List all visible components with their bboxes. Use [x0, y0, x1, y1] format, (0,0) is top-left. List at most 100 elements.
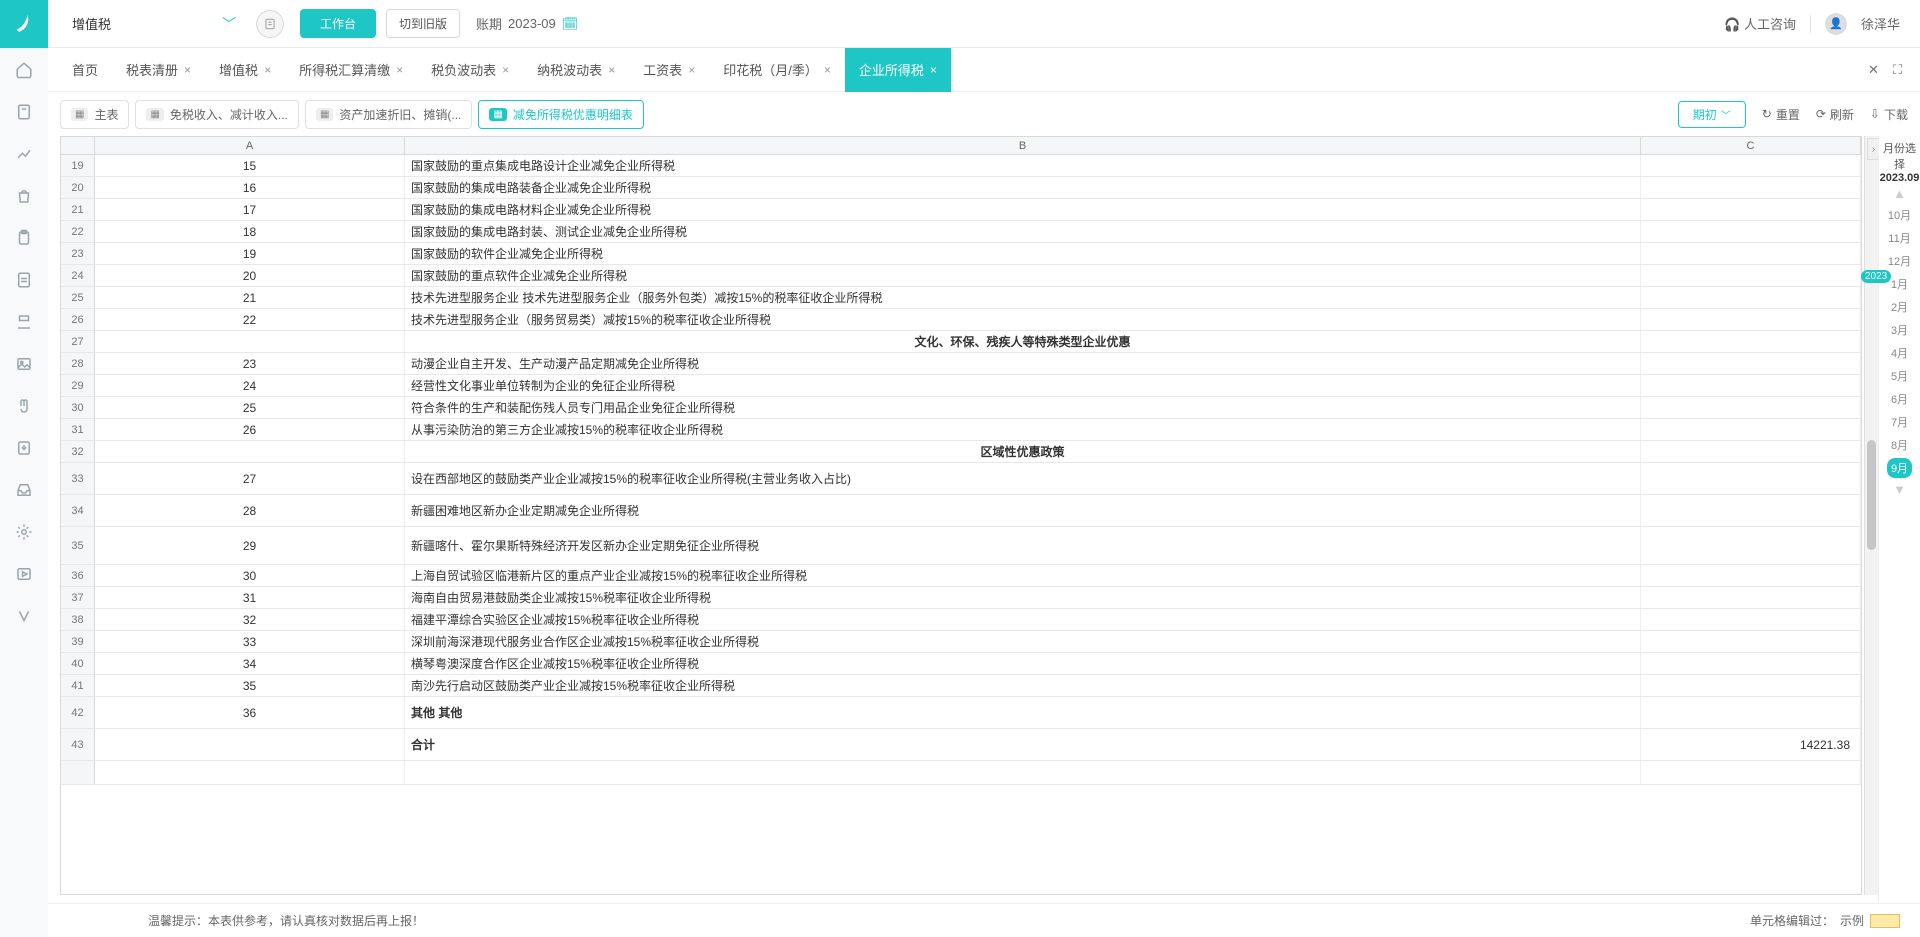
close-icon[interactable]: × — [264, 63, 271, 77]
cell-c[interactable] — [1641, 177, 1861, 198]
cell-b[interactable]: 从事污染防治的第三方企业减按15%的税率征收企业所得税 — [405, 419, 1641, 440]
cell-a[interactable]: 17 — [95, 199, 405, 220]
tab-3[interactable]: 所得税汇算清缴× — [285, 48, 417, 92]
cell-b[interactable]: 福建平潭综合实验区企业减按15%税率征收企业所得税 — [405, 609, 1641, 630]
month-option[interactable]: 6月 — [1887, 389, 1912, 409]
cell-a[interactable]: 16 — [95, 177, 405, 198]
cell-c[interactable] — [1641, 653, 1861, 674]
cell-b[interactable]: 新疆困难地区新办企业定期减免企业所得税 — [405, 495, 1641, 526]
subtab-0[interactable]: ▦主表 — [60, 100, 129, 129]
row-header[interactable]: 27 — [61, 331, 95, 352]
nav-export-icon[interactable] — [12, 436, 36, 460]
cell-c[interactable] — [1641, 243, 1861, 264]
spreadsheet[interactable]: A B C 1915国家鼓励的重点集成电路设计企业减免企业所得税2016国家鼓励… — [60, 136, 1862, 895]
cell-b[interactable]: 新疆喀什、霍尔果斯特殊经济开发区新办企业定期免征企业所得税 — [405, 527, 1641, 564]
tab-4[interactable]: 税负波动表× — [417, 48, 523, 92]
row-header[interactable]: 22 — [61, 221, 95, 242]
cell-a[interactable] — [95, 331, 405, 352]
tab-2[interactable]: 增值税× — [205, 48, 285, 92]
row-header[interactable]: 33 — [61, 463, 95, 494]
close-icon[interactable]: × — [930, 63, 937, 77]
close-icon[interactable]: × — [608, 63, 615, 77]
table-row[interactable]: 2117国家鼓励的集成电路材料企业减免企业所得税 — [61, 199, 1861, 221]
col-header-b[interactable]: B — [405, 137, 1641, 154]
cell-c[interactable] — [1641, 397, 1861, 418]
cell-a[interactable]: 21 — [95, 287, 405, 308]
expand-tabs-icon[interactable]: ⛶ — [1893, 62, 1902, 78]
month-option[interactable]: 10月 — [1884, 205, 1915, 225]
cell-b[interactable]: 上海自贸试验区临港新片区的重点产业企业减按15%的税率征收企业所得税 — [405, 565, 1641, 586]
cell-c[interactable] — [1641, 495, 1861, 526]
grid-body[interactable]: 1915国家鼓励的重点集成电路设计企业减免企业所得税2016国家鼓励的集成电路装… — [61, 155, 1861, 894]
month-option[interactable]: 11月 — [1884, 228, 1914, 248]
cell-a[interactable]: 34 — [95, 653, 405, 674]
close-icon[interactable]: × — [824, 63, 831, 77]
row-header[interactable]: 20 — [61, 177, 95, 198]
cell-b[interactable]: 经营性文化事业单位转制为企业的免征企业所得税 — [405, 375, 1641, 396]
table-row[interactable]: 3529新疆喀什、霍尔果斯特殊经济开发区新办企业定期免征企业所得税 — [61, 527, 1861, 565]
cell-a[interactable] — [95, 729, 405, 760]
cell-b[interactable]: 文化、环保、残疾人等特殊类型企业优惠 — [405, 331, 1641, 352]
cell-b[interactable]: 设在西部地区的鼓励类产业企业减按15%的税率征收企业所得税(主营业务收入占比) — [405, 463, 1641, 494]
table-row[interactable]: 43合计14221.38 — [61, 729, 1861, 761]
tab-7[interactable]: 印花税（月/季）× — [709, 48, 845, 92]
cell-a[interactable]: 28 — [95, 495, 405, 526]
row-header[interactable]: 26 — [61, 309, 95, 330]
cell-a[interactable] — [95, 441, 405, 462]
cell-c[interactable]: 14221.38 — [1641, 729, 1861, 760]
user-avatar-icon[interactable]: 👤 — [1825, 13, 1847, 35]
collapse-month-panel-icon[interactable]: › — [1867, 138, 1879, 160]
nav-stamp-icon[interactable] — [12, 310, 36, 334]
row-header[interactable]: 21 — [61, 199, 95, 220]
row-header[interactable]: 30 — [61, 397, 95, 418]
table-row[interactable]: 3126从事污染防治的第三方企业减按15%的税率征收企业所得税 — [61, 419, 1861, 441]
table-row[interactable]: 3731海南自由贸易港鼓励类企业减按15%税率征收企业所得税 — [61, 587, 1861, 609]
month-option[interactable]: 7月 — [1887, 412, 1912, 432]
reset-button[interactable]: ↻ 重置 — [1762, 106, 1800, 123]
close-all-tabs-icon[interactable]: ✕ — [1868, 62, 1879, 78]
month-option[interactable]: 12月 — [1884, 251, 1915, 271]
cell-a[interactable]: 35 — [95, 675, 405, 696]
nav-play-icon[interactable] — [12, 562, 36, 586]
history-button[interactable] — [256, 10, 284, 38]
close-icon[interactable]: × — [396, 63, 403, 77]
cell-b[interactable]: 国家鼓励的软件企业减免企业所得税 — [405, 243, 1641, 264]
table-row[interactable]: 2218国家鼓励的集成电路封装、测试企业减免企业所得税 — [61, 221, 1861, 243]
row-header[interactable]: 40 — [61, 653, 95, 674]
table-row[interactable]: 3630上海自贸试验区临港新片区的重点产业企业减按15%的税率征收企业所得税 — [61, 565, 1861, 587]
tab-6[interactable]: 工资表× — [629, 48, 709, 92]
close-icon[interactable]: × — [502, 63, 509, 77]
nav-hand-icon[interactable] — [12, 394, 36, 418]
table-row[interactable]: 3025符合条件的生产和装配伤残人员专门用品企业免征企业所得税 — [61, 397, 1861, 419]
cell-b[interactable]: 国家鼓励的重点软件企业减免企业所得税 — [405, 265, 1641, 286]
subtab-1[interactable]: ▦免税收入、减计收入... — [135, 100, 298, 129]
nav-home-icon[interactable] — [12, 58, 36, 82]
refresh-button[interactable]: ⟳ 刷新 — [1816, 106, 1854, 123]
cell-a[interactable]: 25 — [95, 397, 405, 418]
cell-b[interactable]: 海南自由贸易港鼓励类企业减按15%税率征收企业所得税 — [405, 587, 1641, 608]
cell-a[interactable]: 33 — [95, 631, 405, 652]
nav-bag-icon[interactable] — [12, 184, 36, 208]
cell-a[interactable]: 19 — [95, 243, 405, 264]
row-header[interactable]: 36 — [61, 565, 95, 586]
cell-a[interactable]: 23 — [95, 353, 405, 374]
cell-b[interactable]: 技术先进型服务企业 技术先进型服务企业（服务外包类）减按15%的税率征收企业所得… — [405, 287, 1641, 308]
col-header-c[interactable]: C — [1641, 137, 1861, 154]
cell-b[interactable]: 横琴粤澳深度合作区企业减按15%税率征收企业所得税 — [405, 653, 1641, 674]
cell-b[interactable]: 区域性优惠政策 — [405, 441, 1641, 462]
nav-v-icon[interactable] — [12, 604, 36, 628]
tab-1[interactable]: 税表清册× — [112, 48, 205, 92]
month-option[interactable]: 2月 — [1887, 297, 1912, 317]
month-prev-icon[interactable]: ▲ — [1879, 184, 1920, 203]
cell-c[interactable] — [1641, 221, 1861, 242]
cell-c[interactable] — [1641, 419, 1861, 440]
nav-picture-icon[interactable] — [12, 352, 36, 376]
table-row[interactable]: 32区域性优惠政策 — [61, 441, 1861, 463]
close-icon[interactable]: × — [184, 63, 191, 77]
table-row[interactable]: 2420国家鼓励的重点软件企业减免企业所得税 — [61, 265, 1861, 287]
tab-0[interactable]: 首页 — [58, 48, 112, 92]
row-header[interactable]: 34 — [61, 495, 95, 526]
row-header[interactable]: 29 — [61, 375, 95, 396]
month-option[interactable]: 5月 — [1887, 366, 1912, 386]
cell-c[interactable] — [1641, 609, 1861, 630]
